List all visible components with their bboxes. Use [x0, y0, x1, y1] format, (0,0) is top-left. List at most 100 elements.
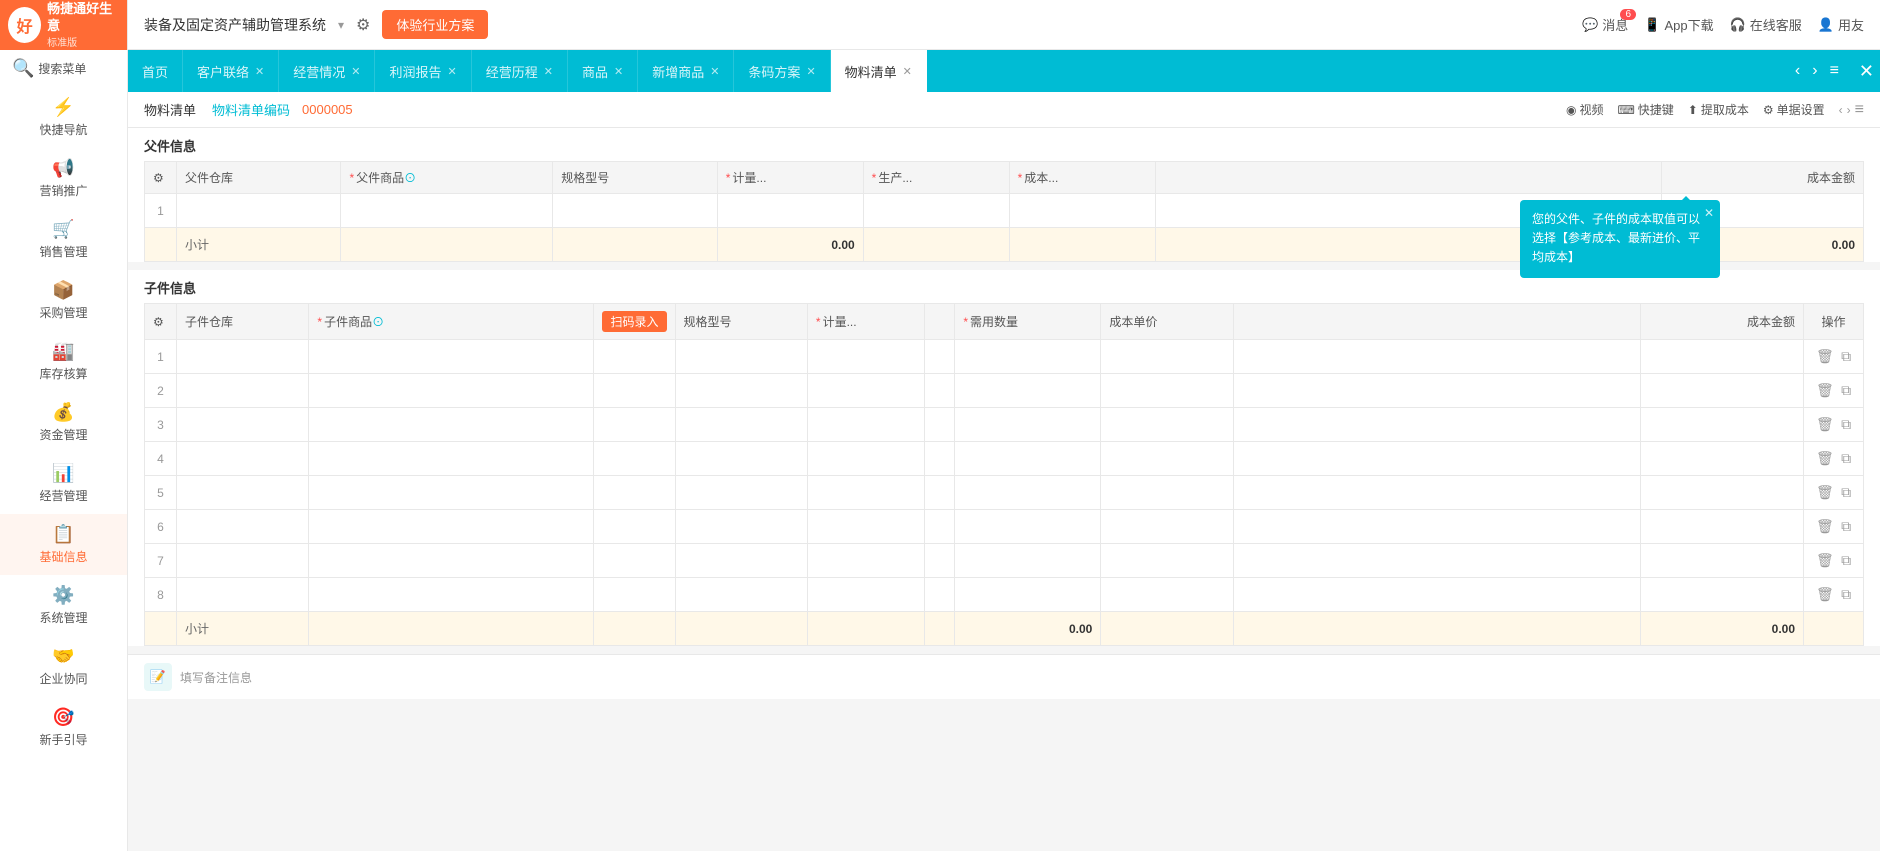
parent-product-cell[interactable]: [341, 194, 553, 228]
child-unitcost-cell-2[interactable]: [1101, 374, 1233, 408]
copy-icon-3[interactable]: ⧉: [1841, 416, 1851, 432]
child-unit-cell-2[interactable]: [807, 374, 924, 408]
child-unitcost-cell-7[interactable]: [1101, 544, 1233, 578]
sidebar-item-purchase[interactable]: 📦 采购管理: [0, 270, 127, 331]
nav-prev-icon[interactable]: ‹: [1789, 62, 1806, 80]
child-warehouse-cell-7[interactable]: [177, 544, 309, 578]
parent-cost-cell[interactable]: [1009, 194, 1155, 228]
action-extract-cost[interactable]: ⬆ 提取成本: [1688, 101, 1749, 118]
child-unit-cell-1[interactable]: [807, 340, 924, 374]
nav-next-icon[interactable]: ›: [1806, 62, 1823, 80]
child-unit-cell-6[interactable]: [807, 510, 924, 544]
child-spec-cell-1[interactable]: [675, 340, 807, 374]
tab-new-product[interactable]: 新增商品 ✕: [638, 50, 734, 92]
tab-bom-close[interactable]: ✕: [903, 65, 912, 78]
tab-barcode-close[interactable]: ✕: [806, 65, 815, 78]
copy-icon-8[interactable]: ⧉: [1841, 586, 1851, 602]
delete-icon-6[interactable]: 🗑: [1816, 518, 1834, 534]
message-btn[interactable]: 💬 消息 6: [1582, 15, 1628, 34]
child-qty-cell-7[interactable]: [955, 544, 1101, 578]
copy-icon-1[interactable]: ⧉: [1841, 348, 1851, 364]
action-shortcut[interactable]: ⌨ 快捷键: [1617, 101, 1673, 118]
child-product-cell-5[interactable]: [309, 476, 594, 510]
topbar-gear-icon[interactable]: ⚙: [356, 15, 370, 35]
copy-icon-6[interactable]: ⧉: [1841, 518, 1851, 534]
tab-customer[interactable]: 客户联络 ✕: [183, 50, 279, 92]
parent-produce-cell[interactable]: [863, 194, 1009, 228]
child-spec-cell-7[interactable]: [675, 544, 807, 578]
child-unitcost-cell-6[interactable]: [1101, 510, 1233, 544]
child-unit-cell-3[interactable]: [807, 408, 924, 442]
child-unit-cell-7[interactable]: [807, 544, 924, 578]
child-qty-cell-1[interactable]: [955, 340, 1101, 374]
action-view[interactable]: ◉ 视频: [1566, 101, 1604, 118]
tab-profit[interactable]: 利润报告 ✕: [375, 50, 471, 92]
delete-icon-8[interactable]: 🗑: [1816, 586, 1834, 602]
child-unit-cell-4[interactable]: [807, 442, 924, 476]
nav-menu-icon[interactable]: ≡: [1824, 62, 1845, 80]
tab-profit-close[interactable]: ✕: [448, 65, 457, 78]
child-product-cell-6[interactable]: [309, 510, 594, 544]
child-product-cell-8[interactable]: [309, 578, 594, 612]
child-qty-cell-5[interactable]: [955, 476, 1101, 510]
child-unitcost-cell-3[interactable]: [1101, 408, 1233, 442]
delete-icon-1[interactable]: 🗑: [1816, 348, 1834, 364]
tab-history-close[interactable]: ✕: [544, 65, 553, 78]
topbar-dropdown-arrow[interactable]: ▾: [338, 18, 344, 32]
child-spec-cell-2[interactable]: [675, 374, 807, 408]
child-warehouse-cell-5[interactable]: [177, 476, 309, 510]
tab-barcode[interactable]: 条码方案 ✕: [734, 50, 830, 92]
nav-close-all-icon[interactable]: ✕: [1853, 61, 1880, 82]
breadcrumb-bom[interactable]: 物料清单: [144, 100, 196, 119]
delete-icon-4[interactable]: 🗑: [1816, 450, 1834, 466]
sidebar-item-marketing[interactable]: 📢 营销推广: [0, 148, 127, 209]
sidebar-item-finance[interactable]: 💰 资金管理: [0, 392, 127, 453]
child-spec-cell-8[interactable]: [675, 578, 807, 612]
parent-unit-cell[interactable]: [717, 194, 863, 228]
delete-icon-3[interactable]: 🗑: [1816, 416, 1834, 432]
child-warehouse-cell-4[interactable]: [177, 442, 309, 476]
sidebar-item-system[interactable]: ⚙️ 系统管理: [0, 575, 127, 636]
child-spec-cell-6[interactable]: [675, 510, 807, 544]
th-settings[interactable]: ⚙: [145, 162, 177, 194]
child-warehouse-cell-8[interactable]: [177, 578, 309, 612]
child-qty-cell-2[interactable]: [955, 374, 1101, 408]
child-product-cell-4[interactable]: [309, 442, 594, 476]
online-service-btn[interactable]: 🎧 在线客服: [1730, 15, 1802, 34]
child-unitcost-cell-8[interactable]: [1101, 578, 1233, 612]
sidebar-item-operations[interactable]: 📊 经营管理: [0, 453, 127, 514]
parent-warehouse-cell[interactable]: [177, 194, 341, 228]
expand-icon[interactable]: ≡: [1855, 101, 1864, 119]
copy-icon-2[interactable]: ⧉: [1841, 382, 1851, 398]
remarks-icon[interactable]: 📝: [144, 663, 172, 691]
action-single-settings[interactable]: ⚙ 单据设置: [1763, 101, 1825, 118]
copy-icon-5[interactable]: ⧉: [1841, 484, 1851, 500]
sidebar-item-inventory[interactable]: 🏭 库存核算: [0, 331, 127, 392]
child-product-cell-7[interactable]: [309, 544, 594, 578]
tab-home[interactable]: 首页: [128, 50, 183, 92]
sidebar-item-quick-nav[interactable]: ⚡ 快捷导航: [0, 87, 127, 148]
tooltip-close-btn[interactable]: ✕: [1704, 204, 1714, 223]
child-unit-cell-5[interactable]: [807, 476, 924, 510]
sidebar-item-search[interactable]: 🔍 搜索菜单: [0, 50, 127, 87]
parent-spec-cell[interactable]: [553, 194, 717, 228]
sidebar-item-basic-info[interactable]: 📋 基础信息: [0, 514, 127, 575]
child-unitcost-cell-4[interactable]: [1101, 442, 1233, 476]
delete-icon-7[interactable]: 🗑: [1816, 552, 1834, 568]
next-record-icon[interactable]: ›: [1847, 103, 1851, 117]
tab-new-product-close[interactable]: ✕: [710, 65, 719, 78]
copy-icon-7[interactable]: ⧉: [1841, 552, 1851, 568]
child-qty-cell-3[interactable]: [955, 408, 1101, 442]
app-download-btn[interactable]: 📱 App下载: [1644, 15, 1713, 34]
child-unitcost-cell-5[interactable]: [1101, 476, 1233, 510]
tab-ops-close[interactable]: ✕: [351, 65, 360, 78]
sidebar-item-enterprise[interactable]: 🤝 企业协同: [0, 636, 127, 697]
user-avatar[interactable]: 👤 用友: [1818, 15, 1864, 34]
tab-customer-close[interactable]: ✕: [255, 65, 264, 78]
child-warehouse-cell-2[interactable]: [177, 374, 309, 408]
child-warehouse-cell-1[interactable]: [177, 340, 309, 374]
tab-products[interactable]: 商品 ✕: [568, 50, 638, 92]
copy-icon-4[interactable]: ⧉: [1841, 450, 1851, 466]
breadcrumb-bom-code[interactable]: 物料清单编码: [212, 100, 290, 119]
prev-record-icon[interactable]: ‹: [1839, 103, 1843, 117]
